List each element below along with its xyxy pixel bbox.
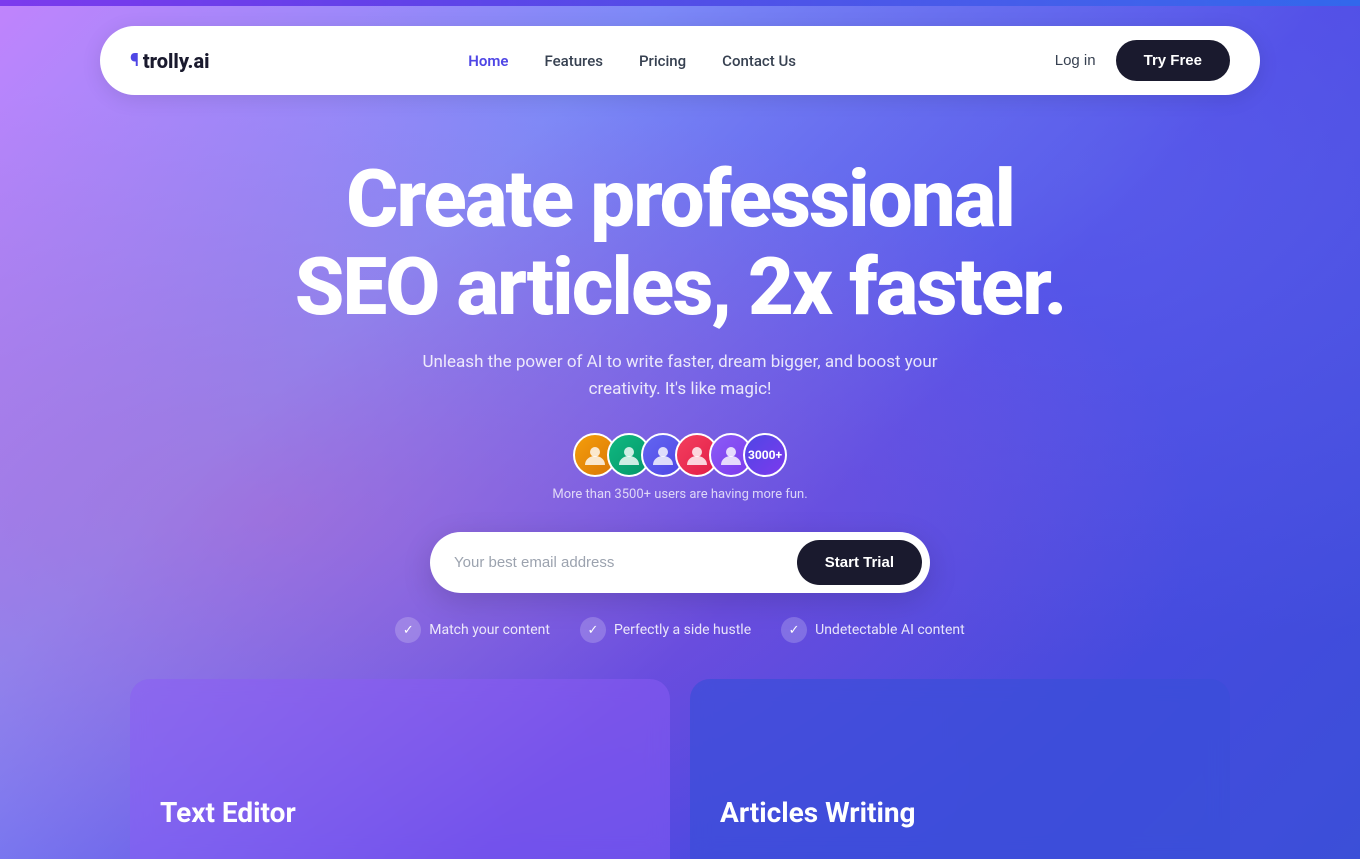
- check-icon-1: ✓: [395, 617, 421, 643]
- nav-home[interactable]: Home: [468, 52, 508, 70]
- nav-pricing[interactable]: Pricing: [639, 52, 686, 70]
- feature-badges: ✓ Match your content ✓ Perfectly a side …: [0, 617, 1360, 643]
- try-free-button[interactable]: Try Free: [1116, 40, 1230, 81]
- logo-text: trolly.ai: [143, 49, 210, 73]
- card-articles-writing-title: Articles Writing: [720, 796, 916, 829]
- user-count-badge: 3000+: [743, 433, 787, 477]
- email-form: Start Trial: [0, 532, 1360, 593]
- feature-badge-3: ✓ Undetectable AI content: [781, 617, 965, 643]
- hero-title: Create professional SEO articles, 2x fas…: [0, 155, 1360, 331]
- avatars-row: 3000+: [0, 433, 1360, 477]
- nav-contact[interactable]: Contact Us: [722, 52, 796, 70]
- nav-features[interactable]: Features: [544, 52, 602, 70]
- nav-actions: Log in Try Free: [1055, 40, 1230, 81]
- feature-badge-2: ✓ Perfectly a side hustle: [580, 617, 751, 643]
- top-accent-bar: [0, 0, 1360, 6]
- feature-label-1: Match your content: [429, 622, 550, 638]
- logo-icon: ¶: [130, 50, 139, 71]
- hero-title-line2: SEO articles, 2x faster.: [295, 240, 1066, 334]
- feature-label-3: Undetectable AI content: [815, 622, 965, 638]
- card-text-editor-title: Text Editor: [160, 796, 296, 829]
- logo[interactable]: ¶ trolly.ai: [130, 49, 210, 73]
- card-articles-writing: Articles Writing: [690, 679, 1230, 859]
- feature-badge-1: ✓ Match your content: [395, 617, 550, 643]
- hero-title-line1: Create professional: [346, 152, 1014, 246]
- navbar: ¶ trolly.ai Home Features Pricing Contac…: [100, 26, 1260, 95]
- login-button[interactable]: Log in: [1055, 52, 1096, 69]
- check-icon-2: ✓: [580, 617, 606, 643]
- hero-subtitle: Unleash the power of AI to write faster,…: [0, 349, 1360, 403]
- nav-links: Home Features Pricing Contact Us: [468, 51, 796, 70]
- email-input[interactable]: [454, 554, 797, 571]
- email-input-wrapper: Start Trial: [430, 532, 930, 593]
- start-trial-button[interactable]: Start Trial: [797, 540, 922, 585]
- user-count-text: More than 3500+ users are having more fu…: [0, 487, 1360, 502]
- hero-subtitle-line1: Unleash the power of AI to write faster,…: [423, 352, 938, 372]
- hero-section: Create professional SEO articles, 2x fas…: [0, 95, 1360, 643]
- card-text-editor: Text Editor: [130, 679, 670, 859]
- bottom-cards: Text Editor Articles Writing: [130, 679, 1230, 859]
- feature-label-2: Perfectly a side hustle: [614, 622, 751, 638]
- check-icon-3: ✓: [781, 617, 807, 643]
- hero-subtitle-line2: creativity. It's like magic!: [589, 379, 772, 399]
